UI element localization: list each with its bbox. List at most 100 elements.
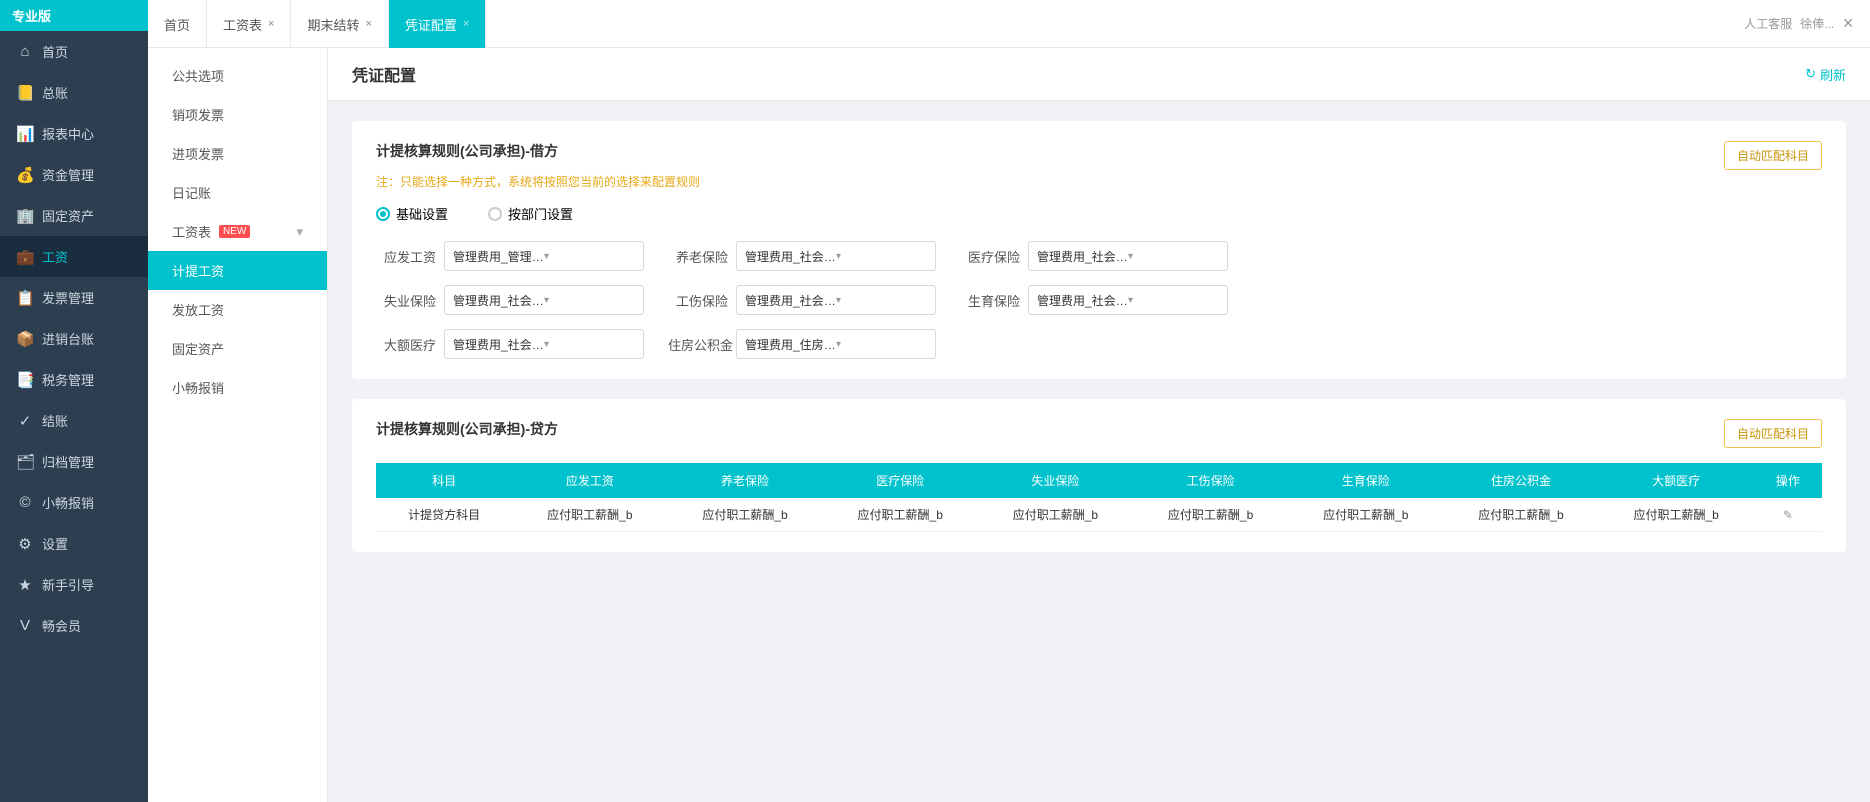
sidebar-item-ledger[interactable]: 📒 总账 [0, 72, 148, 113]
sidebar-icon-home: ⌂ [16, 43, 34, 60]
col-header: 工伤保险 [1133, 463, 1288, 498]
sidebar-label-guide: 新手引导 [42, 575, 94, 594]
credit-auto-match-button[interactable]: 自动匹配科目 [1724, 419, 1822, 448]
row-cell: 应付职工薪酬_b [1288, 498, 1443, 532]
select-yfgz-value: 管理费用_管理人员职工薪酬 [453, 248, 544, 265]
sidebar-icon-vip: V [16, 617, 34, 634]
left-nav-label-fixed_assets: 固定资产 [172, 339, 224, 358]
left-nav-item-sales_invoice[interactable]: 销项发票 [148, 95, 327, 134]
select-ylbx[interactable]: 管理费用_社会保险费 ▾ [736, 241, 936, 271]
credit-section-title: 计提核算规则(公司承担)-贷方 [376, 419, 558, 439]
chevron-down-icon: ▾ [836, 295, 927, 306]
debit-form-row-1: 应发工资 管理费用_管理人员职工薪酬 ▾ 养老保险 管理费用_社会保险费 ▾ [376, 241, 1822, 271]
sidebar-label-stock: 进销台账 [42, 329, 94, 348]
sidebar-item-home[interactable]: ⌂ 首页 [0, 31, 148, 72]
row-cell: 应付职工薪酬_b [1599, 498, 1754, 532]
sidebar: 专业版 ⌂ 首页📒 总账📊 报表中心💰 资金管理🏢 固定资产💼 工资📋 发票管理… [0, 0, 148, 802]
sidebar-item-stock[interactable]: 📦 进销台账 [0, 318, 148, 359]
left-nav-item-public[interactable]: 公共选项 [148, 56, 327, 95]
sidebar-label-checkout: 结账 [42, 411, 68, 430]
sidebar-label-funds: 资金管理 [42, 165, 94, 184]
sidebar-icon-stock: 📦 [16, 330, 34, 348]
radio-basic[interactable]: 基础设置 [376, 204, 448, 223]
sidebar-icon-ledger: 📒 [16, 84, 34, 102]
left-nav-item-journal[interactable]: 日记账 [148, 173, 327, 212]
label-ylbx: 养老保险 [668, 247, 728, 266]
select-hfgjj[interactable]: 管理费用_住房公积金 ▾ [736, 329, 936, 359]
select-sybx2[interactable]: 管理费用_社会保险费 ▾ [1028, 285, 1228, 315]
left-nav-item-purchase_invoice[interactable]: 进项发票 [148, 134, 327, 173]
sidebar-item-funds[interactable]: 💰 资金管理 [0, 154, 148, 195]
sidebar-label-home: 首页 [42, 42, 68, 61]
field-hfgjj: 住房公积金 管理费用_住房公积金 ▾ [668, 329, 936, 359]
col-header: 应发工资 [512, 463, 667, 498]
field-gsbx: 工伤保险 管理费用_社会保险费 ▾ [668, 285, 936, 315]
col-header: 生育保险 [1288, 463, 1443, 498]
sidebar-label-assets: 固定资产 [42, 206, 94, 225]
close-icon[interactable]: ✕ [1842, 15, 1854, 32]
sidebar-label-settings: 设置 [42, 534, 68, 553]
field-ylbx2: 医疗保险 管理费用_社会保险费 ▾ [960, 241, 1228, 271]
row-cell: 应付职工薪酬_b [823, 498, 978, 532]
debit-auto-match-button[interactable]: 自动匹配科目 [1724, 141, 1822, 170]
credit-table: 科目应发工资养老保险医疗保险失业保险工伤保险生育保险住房公积金大额医疗操作 计提… [376, 463, 1822, 532]
col-header: 失业保险 [978, 463, 1133, 498]
debit-form-row-3: 大额医疗 管理费用_社会保险费 ▾ 住房公积金 管理费用_住房公积金 ▾ [376, 329, 1822, 359]
sidebar-label-invoice: 发票管理 [42, 288, 94, 307]
left-nav-label-payroll_table: 工资表 [172, 222, 211, 241]
left-nav-label-purchase_invoice: 进项发票 [172, 144, 224, 163]
refresh-button[interactable]: ↻ 刷新 [1805, 65, 1846, 84]
tab-close-period[interactable]: × [365, 18, 371, 30]
tab-voucher[interactable]: 凭证配置 × [389, 0, 486, 48]
tab-close-payroll[interactable]: × [268, 18, 274, 30]
label-ylbx2: 医疗保险 [960, 247, 1020, 266]
select-dayl[interactable]: 管理费用_社会保险费 ▾ [444, 329, 644, 359]
credit-table-header: 科目应发工资养老保险医疗保险失业保险工伤保险生育保险住房公积金大额医疗操作 [376, 463, 1822, 498]
row-cell: 应付职工薪酬_b [978, 498, 1133, 532]
radio-dept[interactable]: 按部门设置 [488, 204, 573, 223]
tab-home[interactable]: 首页 [148, 0, 207, 48]
sidebar-item-vip[interactable]: V 畅会员 [0, 605, 148, 646]
left-nav-item-fixed_assets[interactable]: 固定资产 [148, 329, 327, 368]
sidebar-item-assets[interactable]: 🏢 固定资产 [0, 195, 148, 236]
tab-payroll[interactable]: 工资表 × [207, 0, 291, 48]
label-sybx: 失业保险 [376, 291, 436, 310]
select-yfgz[interactable]: 管理费用_管理人员职工薪酬 ▾ [444, 241, 644, 271]
radio-dept-label: 按部门设置 [508, 204, 573, 223]
select-gsbx[interactable]: 管理费用_社会保险费 ▾ [736, 285, 936, 315]
left-nav-item-issue_payroll[interactable]: 发放工资 [148, 290, 327, 329]
sidebar-item-reports[interactable]: 📊 报表中心 [0, 113, 148, 154]
select-ylbx2[interactable]: 管理费用_社会保险费 ▾ [1028, 241, 1228, 271]
tab-close-voucher[interactable]: × [463, 18, 469, 30]
sidebar-icon-assets: 🏢 [16, 207, 34, 225]
left-nav-item-calc_payroll[interactable]: 计提工资 [148, 251, 327, 290]
select-sybx[interactable]: 管理费用_社会保险费 ▾ [444, 285, 644, 315]
left-nav-item-xiao_expense[interactable]: 小畅报销 [148, 368, 327, 407]
col-header: 操作 [1754, 463, 1822, 498]
sidebar-item-xiao[interactable]: © 小畅报销 [0, 482, 148, 523]
row-cell: 应付职工薪酬_b [1133, 498, 1288, 532]
chevron-down-icon: ▾ [544, 339, 635, 350]
left-nav-label-calc_payroll: 计提工资 [172, 261, 224, 280]
left-nav-item-payroll_table[interactable]: 工资表NEW▾ [148, 212, 327, 251]
chevron-down-icon: ▾ [1128, 251, 1219, 262]
select-sybx2-value: 管理费用_社会保险费 [1037, 292, 1128, 309]
sidebar-item-invoice[interactable]: 📋 发票管理 [0, 277, 148, 318]
main-area: 首页工资表 ×期末结转 ×凭证配置 × 人工客服 徐俸... ✕ 公共选项销项发… [148, 0, 1870, 802]
select-sybx-value: 管理费用_社会保险费 [453, 292, 544, 309]
row-cell: 应付职工薪酬_b [667, 498, 822, 532]
sidebar-item-salary[interactable]: 💼 工资 [0, 236, 148, 277]
sidebar-item-checkout[interactable]: ✓ 结账 [0, 400, 148, 441]
tab-period[interactable]: 期末结转 × [291, 0, 388, 48]
select-hfgjj-value: 管理费用_住房公积金 [745, 336, 836, 353]
row-action[interactable]: ✎ [1754, 498, 1822, 532]
left-nav: 公共选项销项发票进项发票日记账工资表NEW▾ 计提工资发放工资固定资产小畅报销 [148, 48, 328, 802]
edit-icon[interactable]: ✎ [1783, 508, 1793, 522]
sidebar-item-archive[interactable]: 🗂 归档管理 [0, 441, 148, 482]
sidebar-item-settings[interactable]: ⚙ 设置 [0, 523, 148, 564]
sidebar-item-tax[interactable]: 📑 税务管理 [0, 359, 148, 400]
sidebar-item-guide[interactable]: ★ 新手引导 [0, 564, 148, 605]
select-ylbx2-value: 管理费用_社会保险费 [1037, 248, 1128, 265]
label-yfgz: 应发工资 [376, 247, 436, 266]
left-nav-label-xiao_expense: 小畅报销 [172, 378, 224, 397]
